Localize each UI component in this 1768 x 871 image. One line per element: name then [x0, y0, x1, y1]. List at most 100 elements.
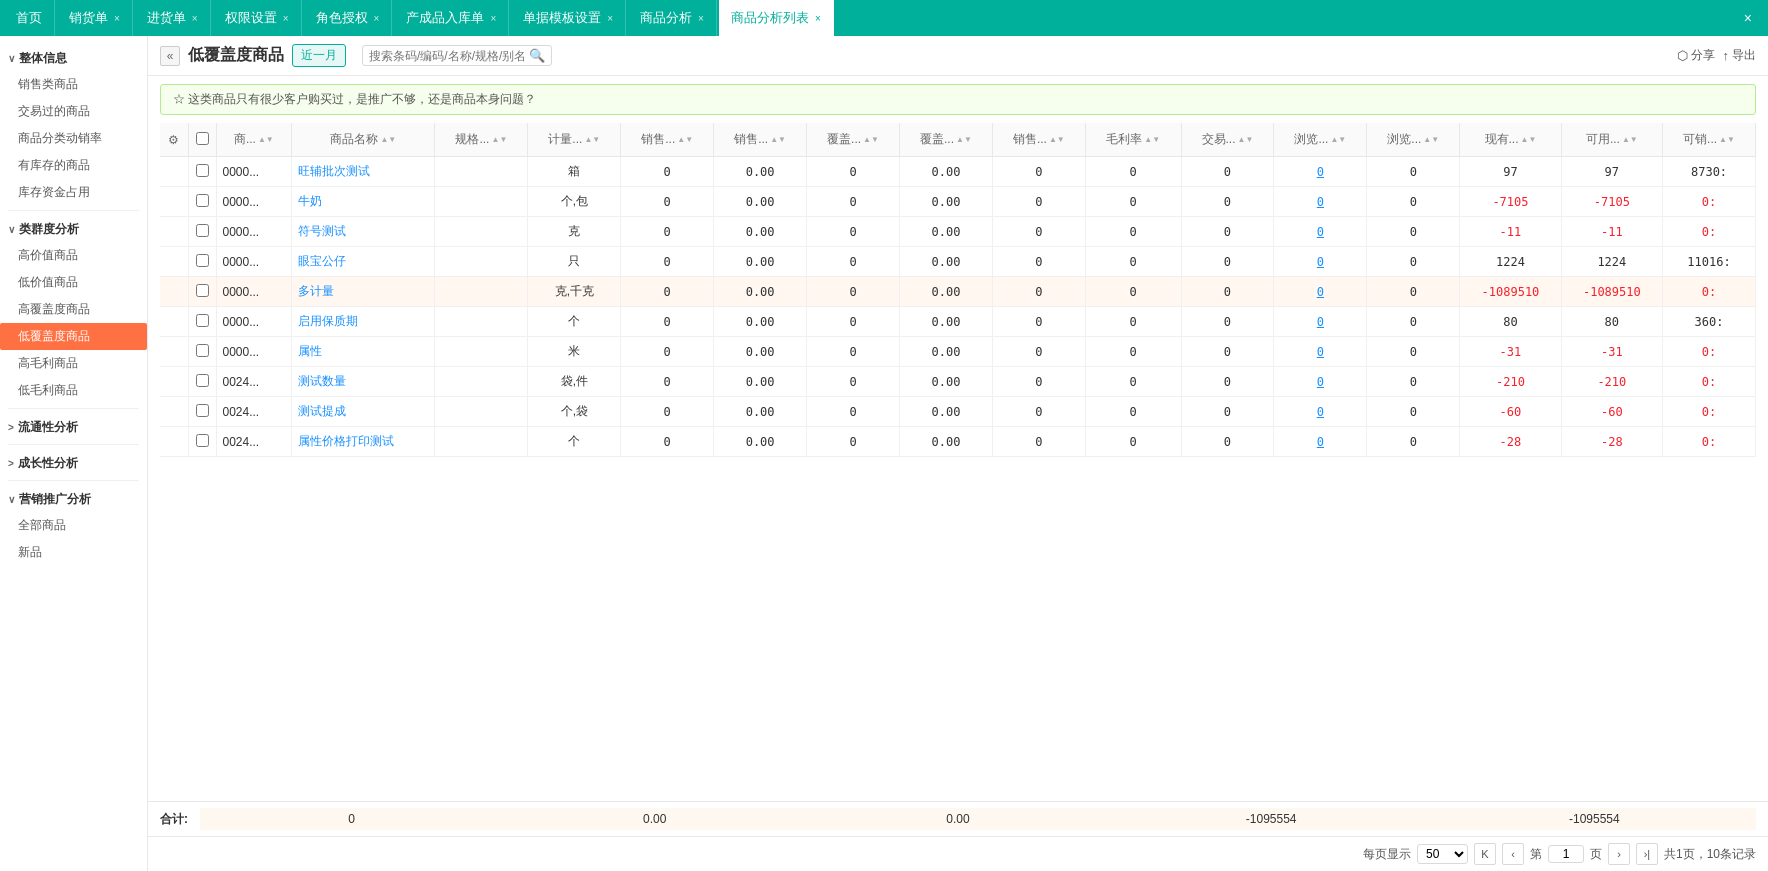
cell-checkbox-6[interactable] — [188, 337, 216, 367]
nav-tab-analysis[interactable]: 商品分析 × — [628, 0, 717, 36]
export-button[interactable]: ↑ 导出 — [1723, 47, 1757, 64]
cell-name-6[interactable]: 属性 — [292, 337, 435, 367]
th-settings[interactable]: ⚙ — [160, 123, 188, 157]
cell-browse1-9[interactable]: 0 — [1274, 427, 1367, 457]
cell-name-0[interactable]: 旺辅批次测试 — [292, 157, 435, 187]
cell-browse1-6[interactable]: 0 — [1274, 337, 1367, 367]
nav-tab-permissions-close[interactable]: × — [283, 13, 289, 24]
cell-checkbox-2[interactable] — [188, 217, 216, 247]
nav-tab-purchase[interactable]: 进货单 × — [135, 0, 211, 36]
sidebar-section-cluster[interactable]: ∨ 类群度分析 — [0, 215, 147, 242]
sidebar-item-stock-goods[interactable]: 有库存的商品 — [0, 152, 147, 179]
search-input[interactable] — [369, 49, 529, 63]
th-cover1[interactable]: 覆盖... ▲▼ — [807, 123, 900, 157]
cell-browse1-2[interactable]: 0 — [1274, 217, 1367, 247]
sidebar-section-growth[interactable]: > 成长性分析 — [0, 449, 147, 476]
th-sellable[interactable]: 可销... ▲▼ — [1663, 123, 1756, 157]
cell-browse1-5[interactable]: 0 — [1274, 307, 1367, 337]
cell-browse1-8[interactable]: 0 — [1274, 397, 1367, 427]
th-code[interactable]: 商... ▲▼ — [216, 123, 292, 157]
settings-icon[interactable]: ⚙ — [168, 133, 179, 147]
nav-tab-template[interactable]: 单据模板设置 × — [511, 0, 626, 36]
nav-tab-purchase-close[interactable]: × — [192, 13, 198, 24]
nav-tab-finished-close[interactable]: × — [490, 13, 496, 24]
table-container[interactable]: ⚙ 商... ▲▼ 商品名称 — [148, 123, 1768, 801]
row-checkbox-6[interactable] — [196, 344, 209, 357]
sidebar-section-overall[interactable]: ∨ 整体信息 — [0, 44, 147, 71]
nav-tab-template-close[interactable]: × — [607, 13, 613, 24]
nav-tab-role[interactable]: 角色授权 × — [304, 0, 393, 36]
cell-name-3[interactable]: 眼宝公仔 — [292, 247, 435, 277]
cell-checkbox-3[interactable] — [188, 247, 216, 277]
th-gross-rate[interactable]: 毛利率 ▲▼ — [1085, 123, 1181, 157]
nav-tab-permissions[interactable]: 权限设置 × — [213, 0, 302, 36]
th-spec[interactable]: 规格... ▲▼ — [435, 123, 528, 157]
th-avail-qty[interactable]: 可用... ▲▼ — [1561, 123, 1662, 157]
cell-name-5[interactable]: 启用保质期 — [292, 307, 435, 337]
th-sales-qty[interactable]: 销售... ▲▼ — [621, 123, 714, 157]
cell-checkbox-5[interactable] — [188, 307, 216, 337]
cell-name-7[interactable]: 测试数量 — [292, 367, 435, 397]
sidebar-item-capital-occupation[interactable]: 库存资金占用 — [0, 179, 147, 206]
cell-checkbox-0[interactable] — [188, 157, 216, 187]
page-size-select[interactable]: 50 100 200 — [1417, 844, 1468, 864]
sidebar-item-new-goods[interactable]: 新品 — [0, 539, 147, 566]
cell-name-9[interactable]: 属性价格打印测试 — [292, 427, 435, 457]
row-checkbox-4[interactable] — [196, 284, 209, 297]
row-checkbox-7[interactable] — [196, 374, 209, 387]
cell-name-2[interactable]: 符号测试 — [292, 217, 435, 247]
row-checkbox-2[interactable] — [196, 224, 209, 237]
cell-checkbox-7[interactable] — [188, 367, 216, 397]
cell-browse1-4[interactable]: 0 — [1274, 277, 1367, 307]
th-sales-amt[interactable]: 销售... ▲▼ — [714, 123, 807, 157]
cell-name-8[interactable]: 测试提成 — [292, 397, 435, 427]
sidebar-section-marketing[interactable]: ∨ 营销推广分析 — [0, 485, 147, 512]
th-name[interactable]: 商品名称 ▲▼ — [292, 123, 435, 157]
nav-tab-finished[interactable]: 产成品入库单 × — [394, 0, 509, 36]
th-checkbox[interactable] — [188, 123, 216, 157]
sidebar-item-high-value[interactable]: 高价值商品 — [0, 242, 147, 269]
th-sales2[interactable]: 销售... ▲▼ — [992, 123, 1085, 157]
row-checkbox-5[interactable] — [196, 314, 209, 327]
nav-tab-home[interactable]: 首页 — [8, 0, 55, 36]
nav-tab-analysis-list-close[interactable]: × — [815, 13, 821, 24]
sidebar-item-all-goods[interactable]: 全部商品 — [0, 512, 147, 539]
cell-checkbox-8[interactable] — [188, 397, 216, 427]
sidebar-section-flow[interactable]: > 流通性分析 — [0, 413, 147, 440]
search-icon[interactable]: 🔍 — [529, 48, 545, 63]
nav-tab-sales[interactable]: 销货单 × — [57, 0, 133, 36]
select-all-checkbox[interactable] — [196, 132, 209, 145]
nav-tab-analysis-close[interactable]: × — [698, 13, 704, 24]
cell-browse1-3[interactable]: 0 — [1274, 247, 1367, 277]
th-browse2[interactable]: 浏览... ▲▼ — [1367, 123, 1460, 157]
th-trade[interactable]: 交易... ▲▼ — [1181, 123, 1274, 157]
th-cover2[interactable]: 覆盖... ▲▼ — [899, 123, 992, 157]
row-checkbox-8[interactable] — [196, 404, 209, 417]
first-page-button[interactable]: K — [1474, 843, 1496, 865]
cell-checkbox-9[interactable] — [188, 427, 216, 457]
window-close-button[interactable]: × — [1736, 10, 1760, 26]
th-current-qty[interactable]: 现有... ▲▼ — [1460, 123, 1561, 157]
cell-checkbox-4[interactable] — [188, 277, 216, 307]
nav-tab-analysis-list[interactable]: 商品分析列表 × — [719, 0, 834, 36]
th-unit[interactable]: 计量... ▲▼ — [528, 123, 621, 157]
cell-checkbox-1[interactable] — [188, 187, 216, 217]
sidebar-item-category-rate[interactable]: 商品分类动销率 — [0, 125, 147, 152]
share-button[interactable]: ⬡ 分享 — [1677, 47, 1715, 64]
time-filter-button[interactable]: 近一月 — [292, 44, 346, 67]
sidebar-item-sales-goods[interactable]: 销售类商品 — [0, 71, 147, 98]
cell-name-1[interactable]: 牛奶 — [292, 187, 435, 217]
next-page-button[interactable]: › — [1608, 843, 1630, 865]
cell-browse1-1[interactable]: 0 — [1274, 187, 1367, 217]
row-checkbox-1[interactable] — [196, 194, 209, 207]
sidebar-item-low-profit[interactable]: 低毛利商品 — [0, 377, 147, 404]
cell-browse1-7[interactable]: 0 — [1274, 367, 1367, 397]
nav-tab-sales-close[interactable]: × — [114, 13, 120, 24]
sidebar-item-low-value[interactable]: 低价值商品 — [0, 269, 147, 296]
row-checkbox-0[interactable] — [196, 164, 209, 177]
row-checkbox-9[interactable] — [196, 434, 209, 447]
sidebar-collapse-button[interactable]: « — [160, 46, 180, 66]
sidebar-item-high-profit[interactable]: 高毛利商品 — [0, 350, 147, 377]
sidebar-item-low-coverage[interactable]: 低覆盖度商品 — [0, 323, 147, 350]
th-browse1[interactable]: 浏览... ▲▼ — [1274, 123, 1367, 157]
